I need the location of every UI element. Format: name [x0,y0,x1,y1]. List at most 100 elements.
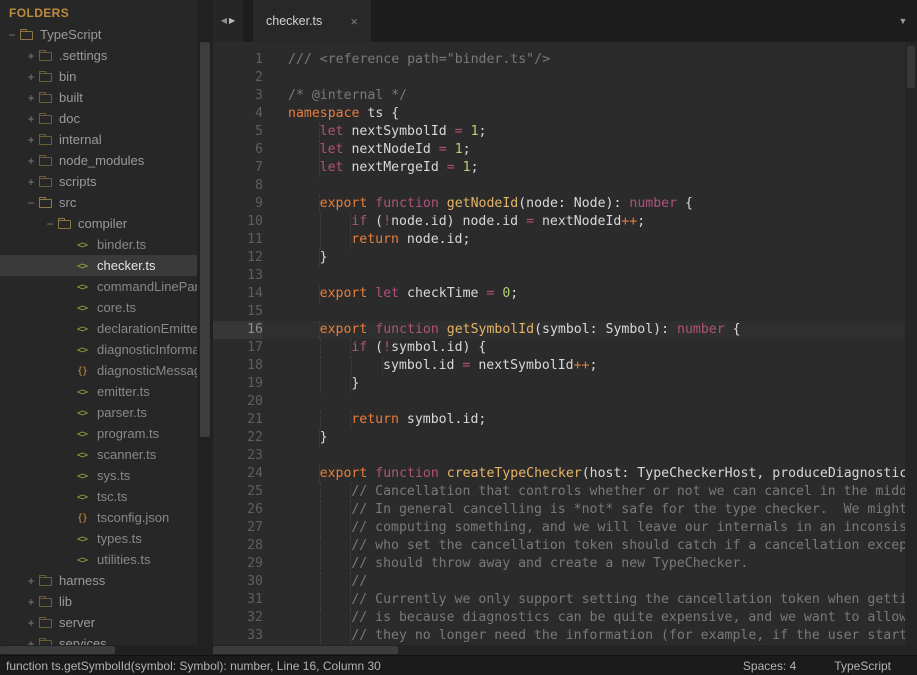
code-line[interactable]: 9 export function getNodeId(node: Node): … [213,195,905,213]
line-number: 26 [247,502,263,517]
code-line[interactable]: 5 let nextSymbolId = 1; [213,123,905,141]
sidebar-file-item[interactable]: <> sys.ts [0,465,197,486]
sidebar-file-item[interactable]: {} tsconfig.json [0,507,197,528]
sidebar-folder-item[interactable]: + internal [0,129,197,150]
code-line[interactable]: 28 // who set the cancellation token shou… [213,537,905,555]
code-line[interactable]: 32 // is because diagnostics can be quite… [213,609,905,627]
sidebar-file-item[interactable]: <> commandLineParser.ts [0,276,197,297]
expand-icon[interactable]: + [23,637,39,646]
line-number: 27 [247,520,263,535]
editor-hscrollbar-track[interactable] [213,645,917,655]
code-line[interactable]: 22} [213,429,905,447]
code-line[interactable]: 18 symbol.id = nextSymbolId++; [213,357,905,375]
code-line[interactable]: 12} [213,249,905,267]
sidebar-file-item[interactable]: <> parser.ts [0,402,197,423]
sidebar-file-item[interactable]: <> checker.ts [0,255,197,276]
code-text: // Currently we only support setting the… [288,591,905,609]
sidebar-file-item[interactable]: <> diagnosticInformationMap.generated.ts [0,339,197,360]
code-line[interactable]: 14 export let checkTime = 0; [213,285,905,303]
editor-hscrollbar-thumb[interactable] [213,646,398,654]
sidebar-scrollbar-track[interactable] [197,0,213,655]
sidebar-folder-item[interactable]: + server [0,612,197,633]
sidebar-hscrollbar-thumb[interactable] [0,646,115,654]
code-line[interactable]: 7 let nextMergeId = 1; [213,159,905,177]
sidebar-folder-item[interactable]: − compiler [0,213,197,234]
code-line[interactable]: 1 /// <reference path="binder.ts"/> [213,51,905,69]
sidebar-hscrollbar-track[interactable] [0,645,213,655]
code-line[interactable]: 26 // In general cancelling is *not* safe… [213,501,905,519]
code-line[interactable]: 3 /* @internal */ [213,87,905,105]
closed-folder-icon [39,636,59,645]
sidebar-file-item[interactable]: <> utilities.ts [0,549,197,570]
tab-scroll-left-icon[interactable]: ◀ [221,17,227,25]
code-line[interactable]: 20 [213,393,905,411]
line-number: 14 [247,286,263,301]
code-line[interactable]: 27 // computing something, and we will le… [213,519,905,537]
editor-vscrollbar-thumb[interactable] [907,46,915,88]
sidebar-file-item[interactable]: <> types.ts [0,528,197,549]
sidebar-folder-item[interactable]: + .settings [0,45,197,66]
expand-icon[interactable]: + [23,70,39,84]
expand-icon[interactable]: + [23,133,39,147]
sidebar-folder-item[interactable]: + services [0,633,197,645]
expand-icon[interactable]: + [23,112,39,126]
code-line[interactable]: 15 [213,303,905,321]
code-line[interactable]: 13 [213,267,905,285]
tab-checker-ts[interactable]: checker.ts × [253,0,371,42]
sidebar-file-item[interactable]: <> core.ts [0,297,197,318]
editor-vscrollbar-track[interactable] [905,42,917,645]
item-label: tsc.ts [97,489,128,504]
expand-icon[interactable]: − [4,28,20,42]
code-line[interactable]: 8 [213,177,905,195]
sidebar-folder-item[interactable]: + lib [0,591,197,612]
expand-icon[interactable]: + [23,154,39,168]
expand-icon[interactable]: − [42,217,58,231]
sidebar-file-item[interactable]: <> program.ts [0,423,197,444]
sidebar-folder-item[interactable]: − src [0,192,197,213]
code-line[interactable]: 21 return symbol.id; [213,411,905,429]
expand-icon[interactable]: − [23,196,39,210]
sidebar-file-item[interactable]: {} diagnosticMessages.json [0,360,197,381]
code-line[interactable]: 29 // should throw away and create a new … [213,555,905,573]
code-line[interactable]: 17 if (!symbol.id) { [213,339,905,357]
expand-icon[interactable]: + [23,49,39,63]
expand-icon[interactable]: + [23,595,39,609]
code-line[interactable]: 23 [213,447,905,465]
status-indent-setting[interactable]: Spaces: 4 [743,659,796,673]
code-line[interactable]: 2 [213,69,905,87]
sidebar-folder-item[interactable]: + doc [0,108,197,129]
sidebar-folder-item[interactable]: − TypeScript [0,24,197,45]
sidebar-folder-item[interactable]: + node_modules [0,150,197,171]
sidebar-folder-item[interactable]: + built [0,87,197,108]
code-line[interactable]: 25 // Cancellation that controls whether … [213,483,905,501]
code-line[interactable]: 24 export function createTypeChecker(host… [213,465,905,483]
code-line[interactable]: 19} [213,375,905,393]
expand-icon[interactable]: + [23,574,39,588]
code-line[interactable]: 6 let nextNodeId = 1; [213,141,905,159]
code-line[interactable]: 30 // [213,573,905,591]
sidebar-file-item[interactable]: <> emitter.ts [0,381,197,402]
sidebar-folder-item[interactable]: + bin [0,66,197,87]
expand-icon[interactable]: + [23,175,39,189]
tab-scroll-right-icon[interactable]: ▶ [229,17,235,25]
sidebar-file-item[interactable]: <> declarationEmitter.ts [0,318,197,339]
sidebar-file-item[interactable]: <> tsc.ts [0,486,197,507]
status-syntax[interactable]: TypeScript [834,659,891,673]
code-line[interactable]: 31 // Currently we only support setting t… [213,591,905,609]
code-line[interactable]: 10 if (!node.id) node.id = nextNodeId++; [213,213,905,231]
sidebar-file-item[interactable]: <> scanner.ts [0,444,197,465]
code-editor[interactable]: 1/// <reference path="binder.ts"/> 2 3/* @… [213,42,905,645]
close-icon[interactable]: × [350,15,358,28]
sidebar-scrollbar-thumb[interactable] [200,42,210,437]
expand-icon[interactable]: + [23,616,39,630]
sidebar-folder-item[interactable]: + harness [0,570,197,591]
code-line[interactable]: 11 return node.id; [213,231,905,249]
sidebar-folder-item[interactable]: + scripts [0,171,197,192]
expand-icon[interactable]: + [23,91,39,105]
code-line[interactable]: 33 // they no longer need the information… [213,627,905,645]
sidebar-file-item[interactable]: <> binder.ts [0,234,197,255]
code-line[interactable]: 4 namespace ts { [213,105,905,123]
tab-overflow-icon[interactable]: ▼ [894,0,912,42]
code-line[interactable]: 16 export function getSymbolId(symbol: Sy… [213,321,905,339]
